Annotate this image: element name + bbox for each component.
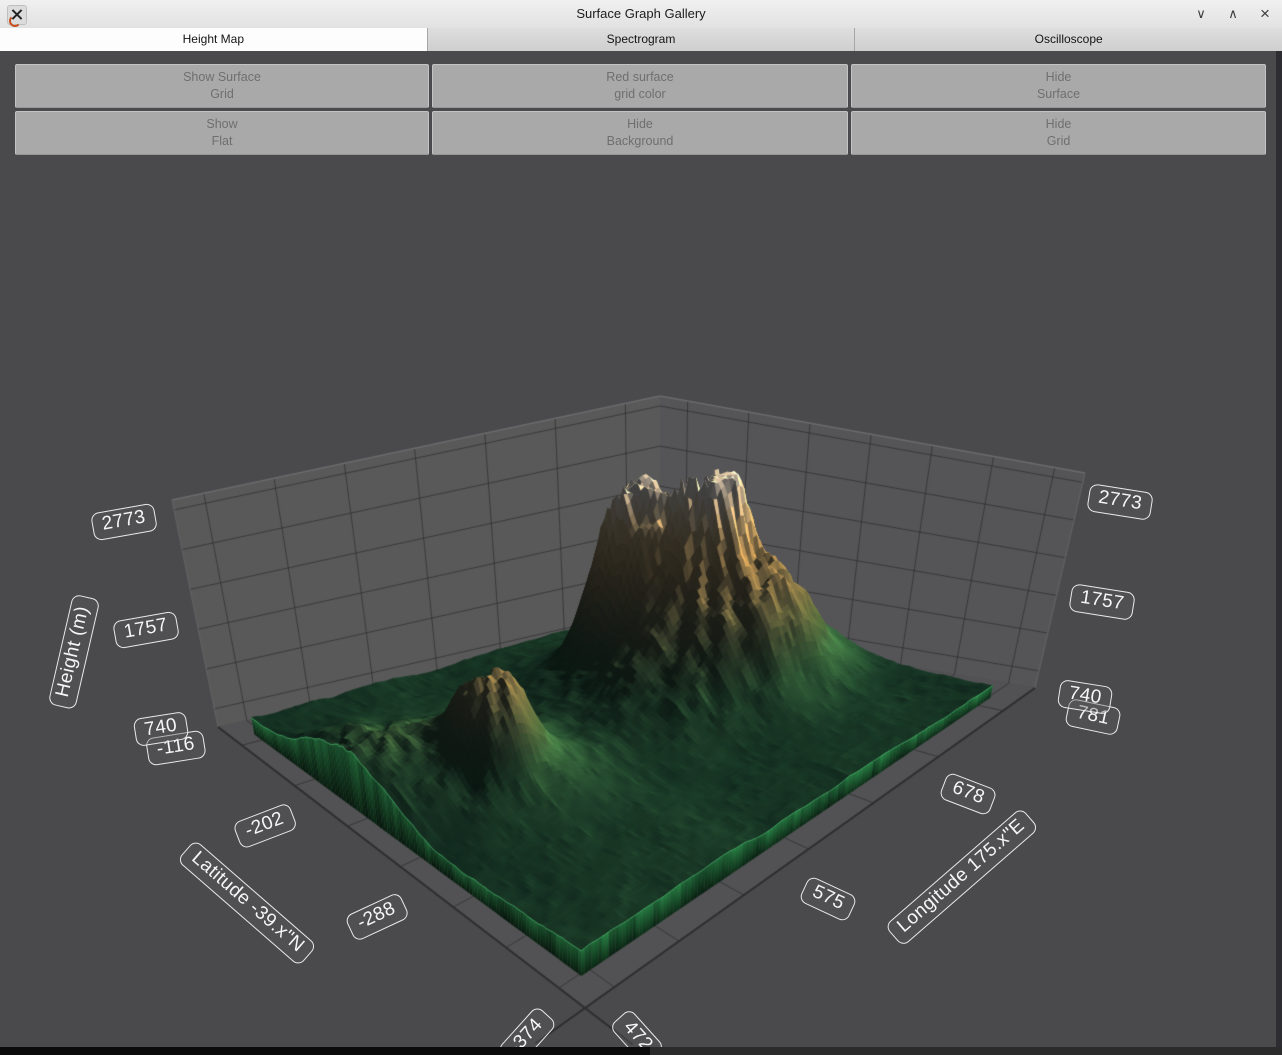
button-label: Hide — [852, 116, 1265, 133]
tab-spectrogram[interactable]: Spectrogram — [428, 28, 856, 51]
button-label: Hide — [852, 69, 1265, 86]
tab-oscilloscope[interactable]: Oscilloscope — [855, 28, 1282, 51]
title-bar: Surface Graph Gallery ∨ ∧ × — [0, 0, 1282, 29]
window-title: Surface Graph Gallery — [0, 0, 1282, 28]
screen-bottom-bar-segment — [650, 1047, 1282, 1055]
surface-grid-color-button[interactable]: Red surface grid color — [432, 64, 848, 108]
app-window: Surface Graph Gallery ∨ ∧ × Height Map S… — [0, 0, 1282, 1055]
hide-grid-button[interactable]: Hide Grid — [851, 111, 1266, 155]
hide-background-button[interactable]: Hide Background — [432, 111, 848, 155]
button-label: Surface — [852, 86, 1265, 103]
button-label: Show — [16, 116, 428, 133]
button-label: Grid — [852, 133, 1265, 150]
button-label: Hide — [433, 116, 847, 133]
button-label: Background — [433, 133, 847, 150]
height-map-page: Show Surface Grid Red surface grid color… — [0, 51, 1276, 1047]
button-label: Flat — [16, 133, 428, 150]
minimize-icon[interactable]: ∨ — [1192, 0, 1210, 28]
close-icon[interactable]: × — [1256, 0, 1274, 28]
tab-height-map[interactable]: Height Map — [0, 28, 428, 51]
tab-bar: Height Map Spectrogram Oscilloscope — [0, 28, 1282, 51]
window-controls: ∨ ∧ × — [1192, 0, 1274, 28]
button-label: Red surface — [433, 69, 847, 86]
button-label: Grid — [16, 86, 428, 103]
button-label: grid color — [433, 86, 847, 103]
button-label: Show Surface — [16, 69, 428, 86]
desktop-edge-strip — [1276, 51, 1282, 1055]
hide-surface-button[interactable]: Hide Surface — [851, 64, 1266, 108]
maximize-icon[interactable]: ∧ — [1224, 0, 1242, 28]
show-surface-grid-button[interactable]: Show Surface Grid — [15, 64, 429, 108]
show-flat-button[interactable]: Show Flat — [15, 111, 429, 155]
screen-bottom-bar — [0, 1047, 1282, 1055]
